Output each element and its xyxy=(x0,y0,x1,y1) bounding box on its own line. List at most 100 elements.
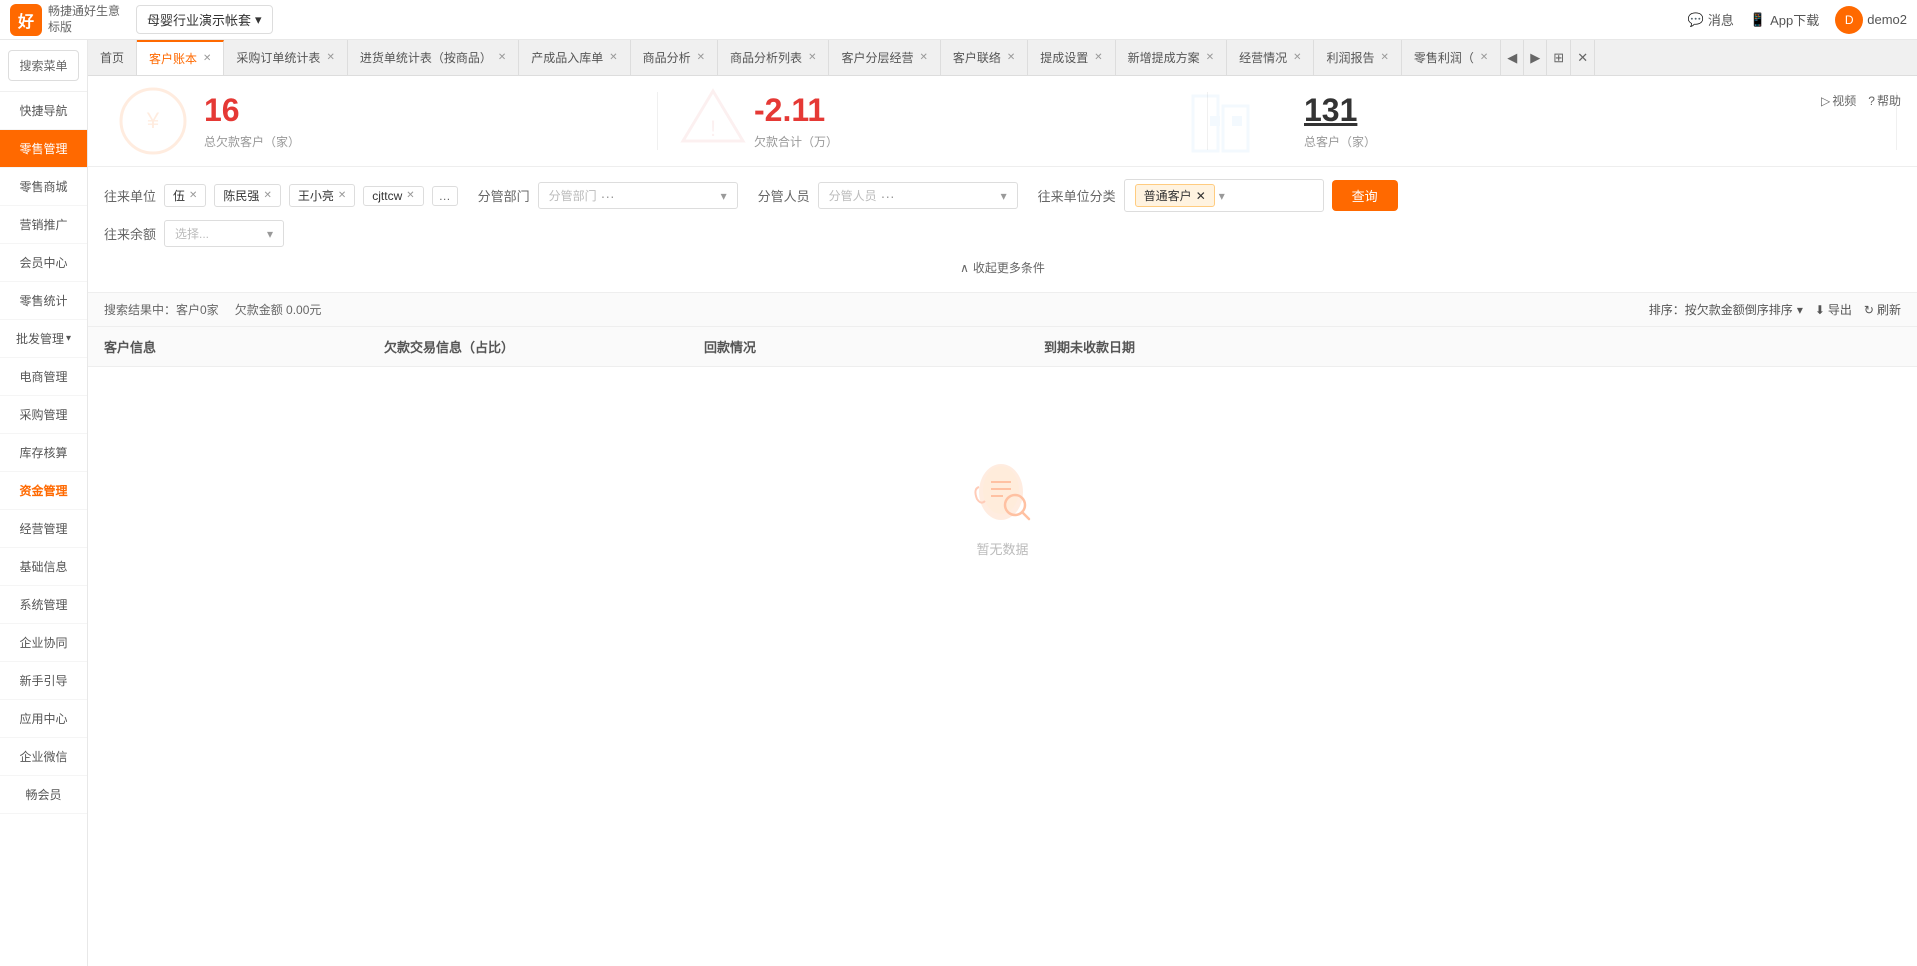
person-filter-dots[interactable]: ··· xyxy=(877,188,899,204)
sidebar-item-wechat[interactable]: 企业微信 xyxy=(0,738,87,776)
sidebar-item-quick-nav[interactable]: 快捷导航 xyxy=(0,92,87,130)
help-button[interactable]: ? 帮助 xyxy=(1868,92,1901,109)
sidebar-item-finance[interactable]: 资金管理 xyxy=(0,472,87,510)
filter-row-1: 往来单位 伍 ✕ 陈民强 ✕ 王小亮 ✕ cjttcw xyxy=(104,179,1901,212)
balance-select[interactable]: 选择... ▾ xyxy=(164,220,284,247)
sidebar-item-inventory[interactable]: 库存核算 xyxy=(0,434,87,472)
export-button[interactable]: ⬇ 导出 xyxy=(1815,301,1852,318)
results-summary: 搜索结果中：客户0家 xyxy=(104,301,219,318)
tab-goods-analysis-list[interactable]: 商品分析列表 ✕ xyxy=(718,40,829,76)
filter-tag-unit3: 王小亮 ✕ xyxy=(289,184,355,207)
stat-value-total: 131 xyxy=(1304,92,1376,129)
tab-close-accounts[interactable]: ✕ xyxy=(203,53,211,64)
sidebar-item-retail[interactable]: 零售管理 xyxy=(0,130,87,168)
sidebar-item-wholesale[interactable]: 批发管理 ▾ xyxy=(0,320,87,358)
tab-close-customer-tier[interactable]: ✕ xyxy=(919,52,927,63)
tab-close-new-submit[interactable]: ✕ xyxy=(1206,52,1214,63)
sidebar-item-retail-stats[interactable]: 零售统计 xyxy=(0,282,87,320)
user-menu[interactable]: D demo2 xyxy=(1835,6,1907,34)
search-menu-button[interactable]: 搜索菜单 xyxy=(8,50,79,81)
tab-customer-tier[interactable]: 客户分层经营 ✕ xyxy=(829,40,940,76)
dept-label: 分管部门 xyxy=(478,186,530,205)
tab-profit-report[interactable]: 利润报告 ✕ xyxy=(1314,40,1401,76)
tab-close-profit-report[interactable]: ✕ xyxy=(1381,52,1389,63)
dept-chevron-icon: ▾ xyxy=(721,189,727,203)
sidebar-item-marketing[interactable]: 营销推广 xyxy=(0,206,87,244)
tab-close-submit-settings[interactable]: ✕ xyxy=(1094,52,1102,63)
sidebar-item-retail-mall[interactable]: 零售商城 xyxy=(0,168,87,206)
tab-close-production[interactable]: ✕ xyxy=(609,52,617,63)
sidebar-item-operations[interactable]: 经营管理 xyxy=(0,510,87,548)
tab-close-stock-stats[interactable]: ✕ xyxy=(498,52,506,63)
balance-label: 往来余额 xyxy=(104,224,156,243)
remove-unit-class-button[interactable]: ✕ xyxy=(1196,189,1206,203)
tab-production[interactable]: 产成品入库单 ✕ xyxy=(519,40,630,76)
content-area: 首页 客户账本 ✕ 采购订单统计表 ✕ 进货单统计表（按商品） ✕ 产成品入库单… xyxy=(88,40,1917,966)
sidebar-item-vip[interactable]: 畅会员 xyxy=(0,776,87,814)
chevron-down-icon: ▾ xyxy=(255,12,262,28)
message-button[interactable]: 💬 消息 xyxy=(1688,10,1734,29)
query-button[interactable]: 查询 xyxy=(1332,180,1398,211)
filter-more-button[interactable]: … xyxy=(432,186,458,206)
sidebar: 搜索菜单 快捷导航 零售管理 零售商城 营销推广 会员中心 零售统计 批发管理 xyxy=(0,40,88,966)
tab-close-goods-analysis[interactable]: ✕ xyxy=(697,52,705,63)
sidebar-item-system[interactable]: 系统管理 xyxy=(0,586,87,624)
stat-total-customers: 16 总欠款客户（家） xyxy=(108,92,658,150)
remove-unit4-button[interactable]: ✕ xyxy=(406,190,414,201)
app-download-button[interactable]: 📱 App下载 xyxy=(1750,10,1819,29)
tab-nav-prev[interactable]: ◀ xyxy=(1501,40,1524,76)
unit-class-select[interactable]: 普通客户 ✕ ▾ xyxy=(1124,179,1324,212)
tab-nav-close-all[interactable]: ✕ xyxy=(1571,40,1595,76)
dept-filter-dots[interactable]: ··· xyxy=(597,188,619,204)
tab-accounts[interactable]: 客户账本 ✕ xyxy=(137,40,224,76)
refresh-button[interactable]: ↻ 刷新 xyxy=(1864,301,1901,318)
tab-close-purchase-order[interactable]: ✕ xyxy=(326,52,334,63)
sidebar-item-purchase[interactable]: 采购管理 xyxy=(0,396,87,434)
collapse-button[interactable]: ∧ 收起更多条件 xyxy=(960,259,1045,276)
stat-value-customers: 16 xyxy=(204,92,300,129)
person-select[interactable]: 分管人员 ··· ▾ xyxy=(818,182,1018,209)
sidebar-item-member[interactable]: 会员中心 xyxy=(0,244,87,282)
empty-state: 暂无数据 xyxy=(88,367,1917,638)
tab-customer-contact[interactable]: 客户联络 ✕ xyxy=(941,40,1028,76)
sidebar-item-guide[interactable]: 新手引导 xyxy=(0,662,87,700)
sidebar-item-basic-info[interactable]: 基础信息 xyxy=(0,548,87,586)
avatar: D xyxy=(1835,6,1863,34)
sidebar-item-enterprise[interactable]: 企业协同 xyxy=(0,624,87,662)
filter-area: 往来单位 伍 ✕ 陈民强 ✕ 王小亮 ✕ cjttcw xyxy=(88,167,1917,293)
tab-new-submit[interactable]: 新增提成方案 ✕ xyxy=(1116,40,1227,76)
tab-nav-expand[interactable]: ⊞ xyxy=(1547,40,1571,76)
sort-select[interactable]: 排序：按欠款金额倒序排序 ▾ xyxy=(1649,301,1803,318)
tab-operation[interactable]: 经营情况 ✕ xyxy=(1227,40,1314,76)
tab-close-goods-analysis-list[interactable]: ✕ xyxy=(808,52,816,63)
tab-submit-settings[interactable]: 提成设置 ✕ xyxy=(1028,40,1115,76)
col-header-customer: 客户信息 xyxy=(104,337,384,356)
refresh-icon: ↻ xyxy=(1864,303,1874,317)
remove-unit1-button[interactable]: ✕ xyxy=(189,190,197,201)
balance-chevron-icon: ▾ xyxy=(267,227,273,241)
tab-goods-analysis[interactable]: 商品分析 ✕ xyxy=(631,40,718,76)
tab-purchase-order[interactable]: 采购订单统计表 ✕ xyxy=(224,40,347,76)
tab-stock-stats[interactable]: 进货单统计表（按商品） ✕ xyxy=(348,40,519,76)
tab-home[interactable]: 首页 xyxy=(88,40,137,76)
remove-unit3-button[interactable]: ✕ xyxy=(338,190,346,201)
chevron-down-icon: ▾ xyxy=(66,333,71,344)
remove-unit2-button[interactable]: ✕ xyxy=(263,190,271,201)
tab-nav-next[interactable]: ▶ xyxy=(1524,40,1547,76)
collapse-row: ∧ 收起更多条件 xyxy=(104,255,1901,280)
sort-chevron-icon: ▾ xyxy=(1797,303,1803,317)
tab-close-customer-contact[interactable]: ✕ xyxy=(1007,52,1015,63)
filter-row-2: 往来余额 选择... ▾ xyxy=(104,220,1901,247)
store-selector[interactable]: 母婴行业演示帐套 ▾ xyxy=(136,5,273,34)
results-actions: 排序：按欠款金额倒序排序 ▾ ⬇ 导出 ↻ 刷新 xyxy=(1649,301,1901,318)
col-header-date: 到期未收款日期 xyxy=(1044,337,1901,356)
table-area: 客户信息 欠款交易信息（占比） 回款情况 到期未收款日期 xyxy=(88,327,1917,966)
dept-select[interactable]: 分管部门 ··· ▾ xyxy=(538,182,738,209)
sidebar-item-ecommerce[interactable]: 电商管理 xyxy=(0,358,87,396)
tab-close-operation[interactable]: ✕ xyxy=(1293,52,1301,63)
tab-retail-profit[interactable]: 零售利润（ ✕ xyxy=(1402,40,1501,76)
tab-close-retail-profit[interactable]: ✕ xyxy=(1480,52,1488,63)
table-header: 客户信息 欠款交易信息（占比） 回款情况 到期未收款日期 xyxy=(88,327,1917,367)
video-help-button[interactable]: ▷ 视频 xyxy=(1821,92,1856,109)
sidebar-item-app-center[interactable]: 应用中心 xyxy=(0,700,87,738)
